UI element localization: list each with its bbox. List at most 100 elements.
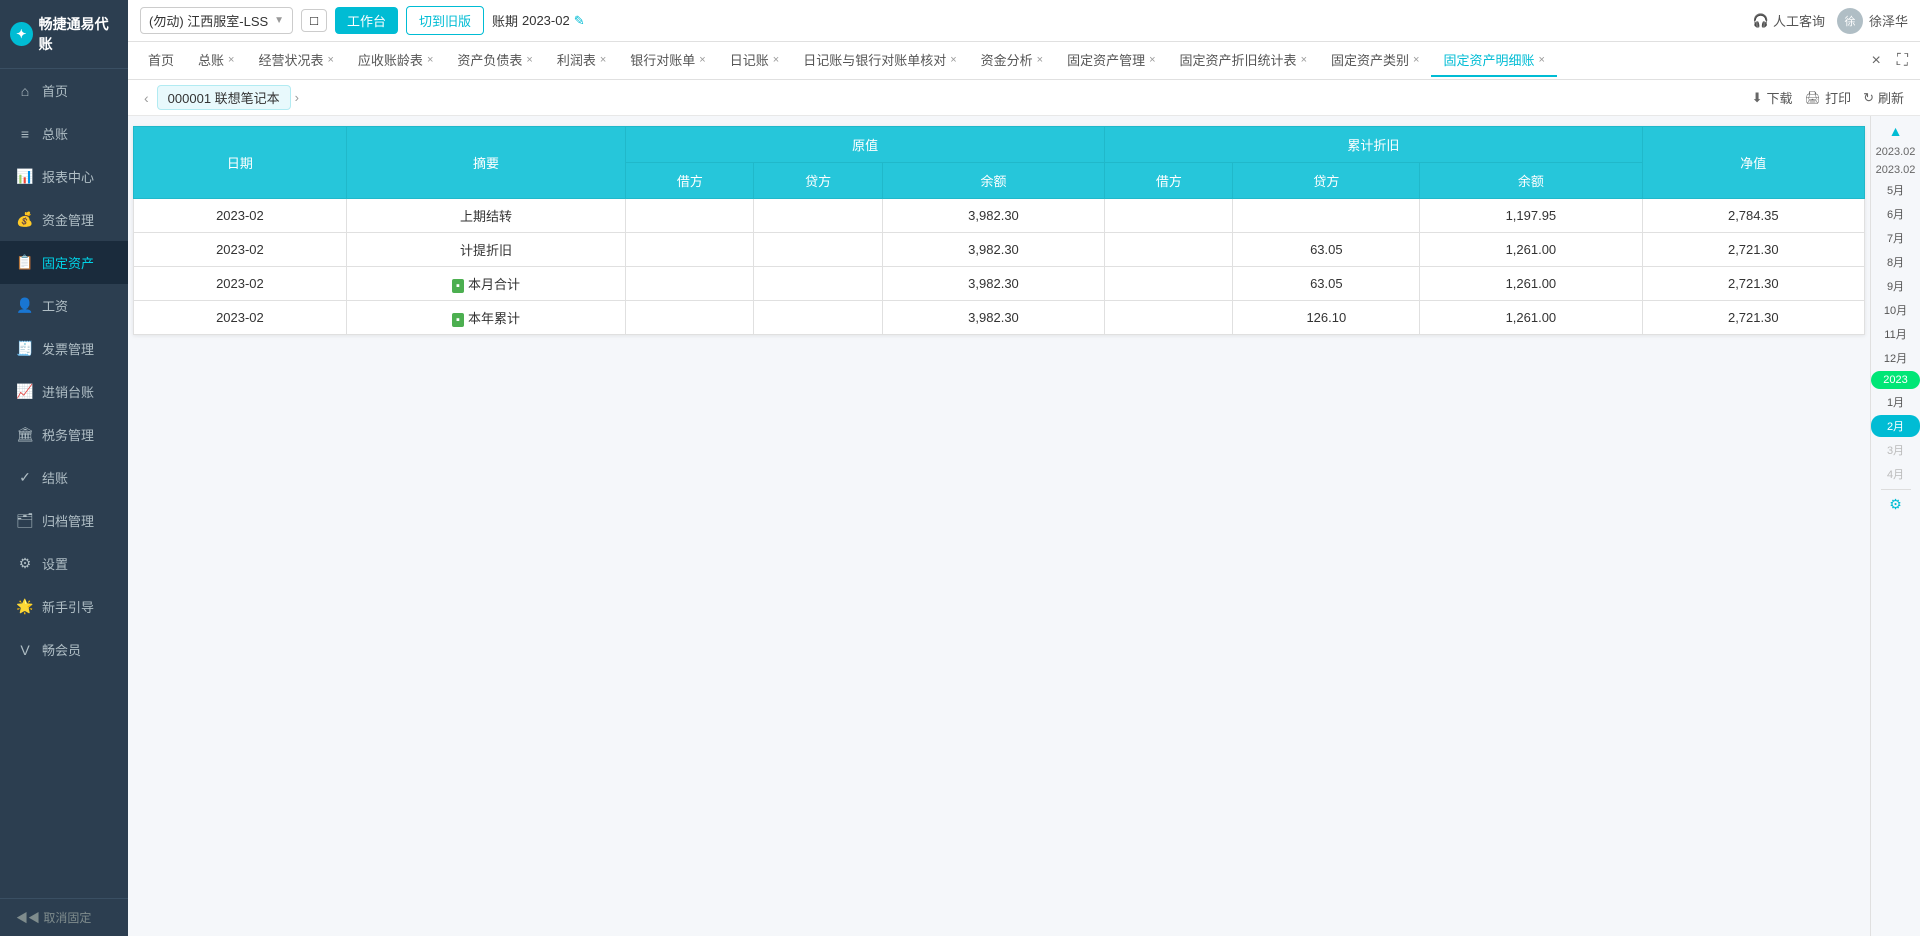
app-name: 畅捷通易代账 — [39, 14, 118, 54]
user-menu[interactable]: 徐 徐泽华 — [1837, 8, 1908, 34]
sidebar-item-label: 总账 — [42, 124, 68, 143]
timeline-month-3[interactable]: 3月 — [1871, 439, 1920, 461]
tab-close-icon[interactable]: × — [699, 54, 705, 66]
timeline-scroll-up[interactable]: ▲ — [1886, 120, 1906, 142]
sidebar-item-close[interactable]: ✓ 结账 — [0, 456, 128, 499]
tab-close-icon[interactable]: × — [1413, 54, 1419, 66]
breadcrumb-prev-icon[interactable]: ‹ — [144, 90, 149, 106]
sidebar-item-guide[interactable]: 🌟 新手引导 — [0, 585, 128, 628]
tab-close-icon[interactable]: × — [526, 54, 532, 66]
tab-close-icon[interactable]: × — [1037, 54, 1043, 66]
sidebar-item-label: 固定资产 — [42, 253, 94, 272]
sidebar-item-label: 畅会员 — [42, 640, 81, 659]
row-orig-balance: 3,982.30 — [882, 301, 1104, 335]
timeline-month-11[interactable]: 11月 — [1871, 323, 1920, 345]
row-accum-credit: 126.10 — [1233, 301, 1420, 335]
tab-close-icon[interactable]: × — [600, 54, 606, 66]
timeline-month-2[interactable]: 2月 — [1871, 415, 1920, 437]
sidebar-item-tax[interactable]: 🏛 税务管理 — [0, 413, 128, 456]
timeline-month-10[interactable]: 10月 — [1871, 299, 1920, 321]
sidebar-item-assets[interactable]: 📋 固定资产 — [0, 241, 128, 284]
tab-close-icon[interactable]: × — [1149, 54, 1155, 66]
sidebar-item-salary[interactable]: 👤 工资 — [0, 284, 128, 327]
timeline-month-7[interactable]: 7月 — [1871, 227, 1920, 249]
tab-bank-verify[interactable]: 日记账与银行对账单核对 × — [791, 44, 968, 77]
tab-close-icon[interactable]: × — [327, 54, 333, 66]
timeline-year-badge: 2023 — [1871, 371, 1920, 389]
sidebar-item-home[interactable]: ⌂ 首页 — [0, 69, 128, 112]
row-orig-debit — [626, 233, 754, 267]
timeline-month-6[interactable]: 6月 — [1871, 203, 1920, 225]
sidebar-item-reports[interactable]: 📊 报表中心 — [0, 155, 128, 198]
tab-biz-status[interactable]: 经营状况表 × — [246, 44, 345, 77]
breadcrumb-next-icon[interactable]: › — [295, 90, 299, 105]
tab-asset-deprec[interactable]: 固定资产折旧统计表 × — [1168, 44, 1319, 77]
tabs-fullscreen-button[interactable]: ⛶ — [1893, 50, 1912, 72]
company-selector[interactable]: (勿动) 江西服室-LSS ▼ — [140, 7, 293, 34]
row-accum-balance: 1,197.95 — [1420, 199, 1642, 233]
sidebar-item-archive[interactable]: 🗂 归档管理 — [0, 499, 128, 542]
timeline-month-12[interactable]: 12月 — [1871, 347, 1920, 369]
tab-fund-analysis[interactable]: 资金分析 × — [969, 44, 1055, 77]
workspace-button[interactable]: 工作台 — [335, 7, 398, 34]
timeline-settings-icon[interactable]: ⚙ — [1886, 493, 1905, 516]
tab-close-icon[interactable]: × — [228, 54, 234, 66]
tab-asset-type[interactable]: 固定资产类别 × — [1319, 44, 1431, 77]
copy-button[interactable]: □ — [301, 9, 327, 32]
sidebar-item-vip[interactable]: V 畅会员 — [0, 628, 128, 671]
table-area: 日期 摘要 原值 累计折旧 净值 借方 贷方 余额 借方 贷方 余额 — [128, 116, 1870, 936]
sidebar-item-funds[interactable]: 💰 资金管理 — [0, 198, 128, 241]
oldver-button[interactable]: 切到旧版 — [406, 6, 484, 35]
timeline-month-8[interactable]: 8月 — [1871, 251, 1920, 273]
refresh-action[interactable]: ↻ 刷新 — [1863, 88, 1904, 107]
tab-ledger[interactable]: 总账 × — [186, 44, 246, 77]
timeline-month-1[interactable]: 1月 — [1871, 391, 1920, 413]
timeline-year-label: 2023.02 — [1876, 142, 1916, 160]
sidebar-item-settings[interactable]: ⚙ 设置 — [0, 542, 128, 585]
col-original-group: 原值 — [626, 127, 1105, 163]
row-accum-balance: 1,261.00 — [1420, 301, 1642, 335]
sidebar-item-invoice[interactable]: 🧾 发票管理 — [0, 327, 128, 370]
breadcrumb-actions: ⬇ 下载 🖨 打印 ↻ 刷新 — [1752, 88, 1904, 107]
timeline-month-4[interactable]: 4月 — [1871, 463, 1920, 485]
timeline-month-9[interactable]: 9月 — [1871, 275, 1920, 297]
tab-close-icon[interactable]: × — [1538, 54, 1544, 66]
sidebar-unpin[interactable]: ◀◀ 取消固定 — [0, 898, 128, 936]
row-orig-debit — [626, 199, 754, 233]
timeline-month-5[interactable]: 5月 — [1871, 179, 1920, 201]
tab-close-icon[interactable]: × — [1301, 54, 1307, 66]
row-desc: ▪本月合计 — [346, 267, 625, 301]
reports-icon: 📊 — [16, 168, 34, 186]
tab-profit[interactable]: 利润表 × — [545, 44, 618, 77]
period-edit-icon[interactable]: ✎ — [574, 13, 585, 29]
tab-journal[interactable]: 日记账 × — [718, 44, 791, 77]
customer-service[interactable]: 🎧 人工客询 — [1753, 11, 1825, 30]
print-action[interactable]: 🖨 打印 — [1805, 88, 1852, 107]
tab-home[interactable]: 首页 — [136, 44, 186, 77]
tab-label: 固定资产折旧统计表 — [1180, 50, 1297, 69]
table-row: 2023-02 上期结转 3,982.30 1,197.95 2,784.35 — [134, 199, 1865, 233]
tab-label: 应收账龄表 — [358, 50, 423, 69]
tab-close-icon[interactable]: × — [773, 54, 779, 66]
tab-asset-mgmt[interactable]: 固定资产管理 × — [1055, 44, 1167, 77]
col-orig-debit: 借方 — [626, 163, 754, 199]
user-name: 徐泽华 — [1869, 11, 1908, 30]
tabs-close-button[interactable]: × — [1867, 50, 1884, 72]
sidebar-item-sales[interactable]: 📈 进销台账 — [0, 370, 128, 413]
row-accum-credit: 63.05 — [1233, 233, 1420, 267]
row-net-value: 2,721.30 — [1642, 233, 1864, 267]
tab-close-icon[interactable]: × — [950, 54, 956, 66]
tab-balance-sheet[interactable]: 资产负债表 × — [445, 44, 544, 77]
tab-label: 银行对账单 — [630, 50, 695, 69]
tab-bank-stmt[interactable]: 银行对账单 × — [618, 44, 717, 77]
tab-asset-detail[interactable]: 固定资产明细账 × — [1431, 44, 1556, 77]
vip-icon: V — [16, 641, 34, 659]
row-orig-balance: 3,982.30 — [882, 267, 1104, 301]
tab-receivable[interactable]: 应收账龄表 × — [346, 44, 445, 77]
download-action[interactable]: ⬇ 下载 — [1752, 88, 1793, 107]
row-date: 2023-02 — [134, 199, 347, 233]
tab-close-icon[interactable]: × — [427, 54, 433, 66]
print-icon: 🖨 — [1805, 90, 1822, 106]
sidebar-item-ledger[interactable]: ≡ 总账 — [0, 112, 128, 155]
sales-icon: 📈 — [16, 383, 34, 401]
